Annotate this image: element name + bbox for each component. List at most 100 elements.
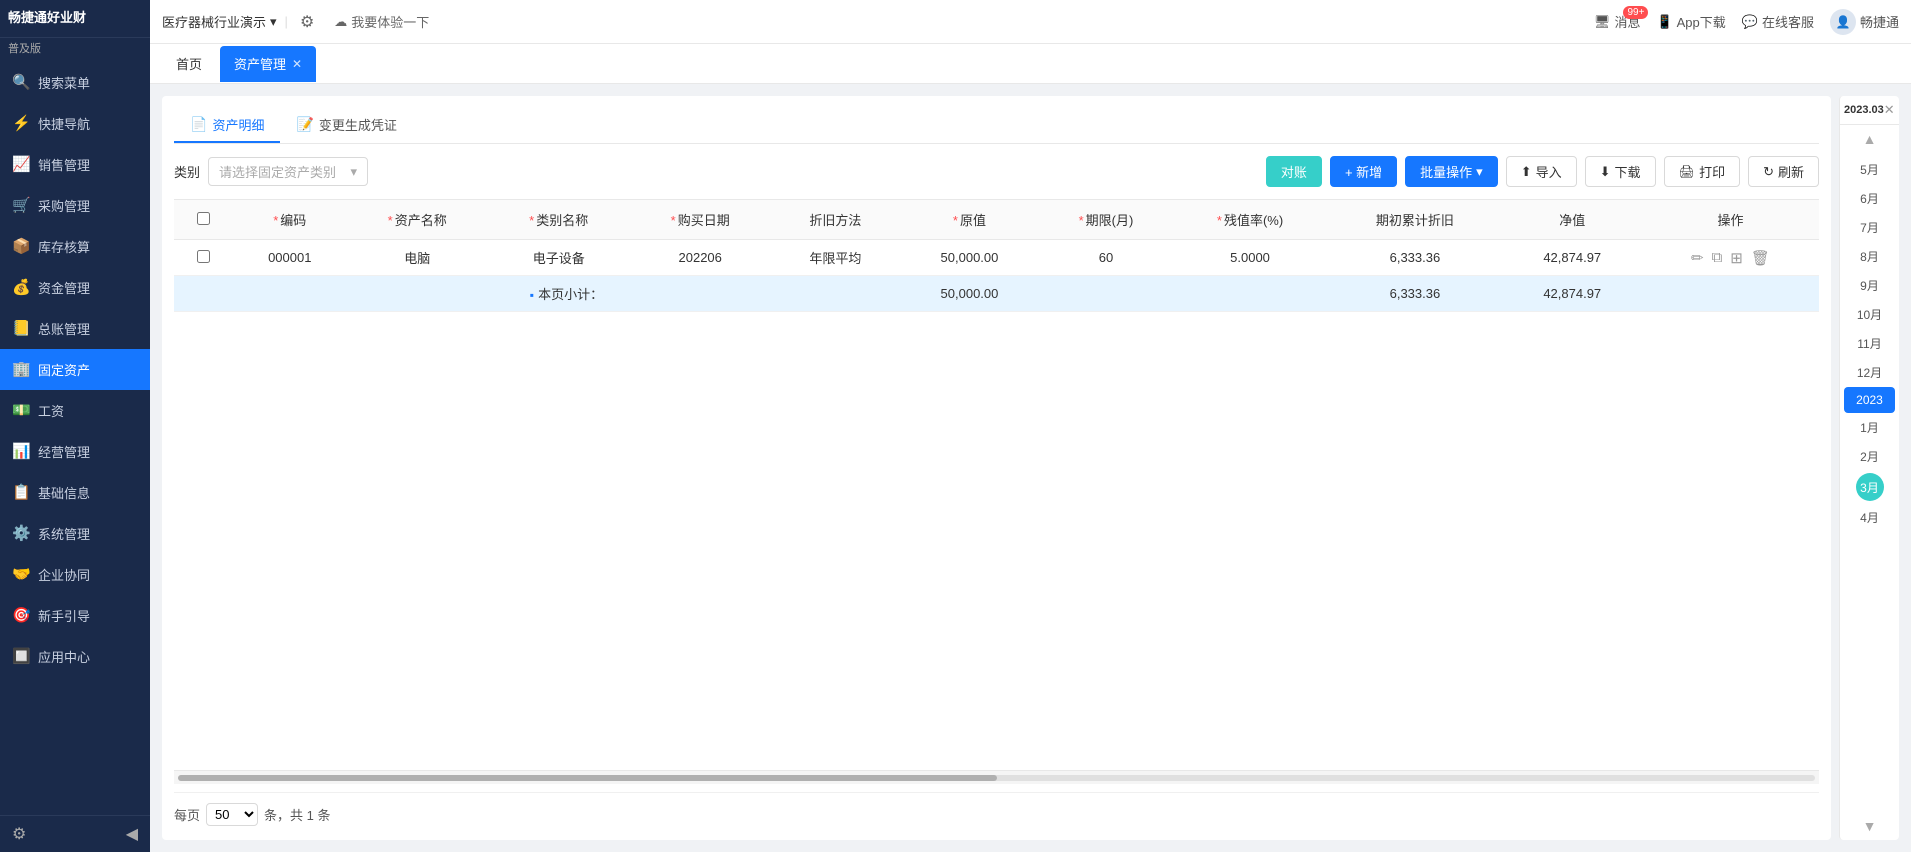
timeline-month[interactable]: 8月 — [1840, 242, 1899, 271]
user-label: 畅捷通 — [1860, 12, 1899, 31]
cell-checkbox[interactable] — [174, 240, 233, 276]
subtab-change-voucher[interactable]: 📝变更生成凭证 — [280, 108, 412, 143]
content-area: 📄资产明细📝变更生成凭证 类别 请选择固定资产类别 ▾ 对账 + 新增 — [150, 84, 1911, 852]
sidebar-label-inventory: 库存核算 — [38, 237, 90, 256]
add-button[interactable]: + 新增 — [1330, 156, 1397, 187]
subtab-icon-change-voucher: 📝 — [296, 116, 313, 133]
sidebar-label-operations: 经营管理 — [38, 442, 90, 461]
message-btn[interactable]: 🖥 消息 99+ — [1594, 12, 1641, 31]
category-filter[interactable]: 请选择固定资产类别 ▾ — [208, 157, 368, 186]
refresh-icon: ↻ — [1763, 164, 1774, 180]
subtab-asset-detail[interactable]: 📄资产明细 — [174, 108, 280, 143]
subtab-icon-asset-detail: 📄 — [190, 116, 207, 133]
subtotal-cell-residual_rate — [1173, 276, 1327, 312]
required-mark: * — [1217, 213, 1222, 228]
gear-icon[interactable]: ⚙ — [296, 12, 318, 32]
delete-icon[interactable]: 🗑 — [1751, 249, 1770, 267]
timeline-month[interactable]: 2月 — [1840, 442, 1899, 471]
company-name: 医疗器械行业演示 — [162, 12, 266, 31]
company-selector[interactable]: 医疗器械行业演示 ▾ — [162, 12, 277, 31]
tab-asset-mgmt[interactable]: 资产管理 ✕ — [220, 46, 316, 82]
timeline-items: 5月6月7月8月9月10月11月12月20231月2月3月4月 — [1840, 155, 1899, 810]
cell-purchase_date: 202206 — [629, 240, 771, 276]
sidebar-item-purchase[interactable]: 🛒采购管理 — [0, 185, 150, 226]
edit-icon[interactable]: ✏ — [1691, 249, 1704, 267]
required-mark: * — [388, 213, 393, 228]
subtotal-cell-original_value: 50,000.00 — [900, 276, 1039, 312]
download-button[interactable]: ⬇ 下载 — [1585, 156, 1656, 187]
sidebar-label-ledger: 总账管理 — [38, 319, 90, 338]
timeline-month[interactable]: 12月 — [1840, 358, 1899, 387]
cell-net_value: 42,874.97 — [1503, 240, 1642, 276]
filter-chevron-icon: ▾ — [350, 164, 357, 180]
import-button[interactable]: ⬆ 导入 — [1506, 156, 1577, 187]
timeline-down-icon[interactable]: ▼ — [1861, 816, 1879, 836]
col-header-original_value: *原值 — [900, 200, 1039, 240]
online-service-btn[interactable]: 💬 在线客服 — [1742, 12, 1814, 31]
sidebar-item-salary[interactable]: 💵工资 — [0, 390, 150, 431]
select-all-checkbox[interactable] — [197, 212, 210, 225]
sidebar-label-purchase: 采购管理 — [38, 196, 90, 215]
sidebar-icon-ledger: 📒 — [12, 319, 30, 337]
user-btn[interactable]: 👤 畅捷通 — [1830, 9, 1899, 35]
timeline-month[interactable]: 6月 — [1840, 184, 1899, 213]
sidebar-item-guide[interactable]: 🎯新手引导 — [0, 595, 150, 636]
sidebar-icon-sales: 📈 — [12, 155, 30, 173]
toolbar-left: 类别 请选择固定资产类别 ▾ — [174, 157, 368, 186]
sidebar-icon-search-menu: 🔍 — [12, 73, 30, 91]
sidebar-nav: 🔍搜索菜单⚡快捷导航 📈 销售管理 🛒采购管理📦库存核算💰资金管理 📒 总账管理 🏢固定资产… — [0, 62, 150, 815]
print-button[interactable]: 🖨 打印 — [1664, 156, 1741, 187]
timeline-close-icon[interactable]: ✕ — [1884, 102, 1895, 118]
settings-icon[interactable]: ⚙ — [12, 824, 26, 844]
col-header-accumulated_depreciation: 期初累计折旧 — [1327, 200, 1502, 240]
sidebar-item-ledger[interactable]: 📒 总账管理 — [0, 308, 150, 349]
sidebar-item-operations[interactable]: 📊经营管理 — [0, 431, 150, 472]
reconcile-label: 对账 — [1281, 162, 1307, 181]
timeline-month[interactable]: 11月 — [1840, 329, 1899, 358]
collapse-icon[interactable]: ◀ — [126, 824, 138, 844]
sidebar-item-enterprise[interactable]: 🤝企业协同 — [0, 554, 150, 595]
sidebar-item-basic-info[interactable]: 📋基础信息 — [0, 472, 150, 513]
timeline-up-icon[interactable]: ▲ — [1861, 129, 1879, 149]
sidebar-label-quick-nav: 快捷导航 — [38, 114, 90, 133]
sidebar-item-app-center[interactable]: 🔲应用中心 — [0, 636, 150, 677]
timeline-month[interactable]: 3月 — [1856, 473, 1884, 501]
sidebar-label-sales: 销售管理 — [38, 155, 90, 174]
sidebar-icon-basic-info: 📋 — [12, 483, 30, 501]
timeline-current-year[interactable]: 2023 — [1844, 387, 1895, 413]
timeline-month[interactable]: 1月 — [1840, 413, 1899, 442]
tab-home[interactable]: 首页 — [162, 46, 216, 82]
scrollbar-thumb — [178, 775, 997, 781]
sidebar-item-inventory[interactable]: 📦库存核算 — [0, 226, 150, 267]
copy-icon[interactable]: ⧉ — [1712, 249, 1723, 266]
timeline-month[interactable]: 7月 — [1840, 213, 1899, 242]
app-download-btn[interactable]: 📱 App下载 — [1656, 12, 1725, 31]
required-mark: * — [671, 213, 676, 228]
sidebar-label-funds: 资金管理 — [38, 278, 90, 297]
experience-label: 我要体验一下 — [351, 12, 429, 31]
sidebar-item-fixed-assets[interactable]: 🏢固定资产 — [0, 349, 150, 390]
sidebar-item-system[interactable]: ⚙️系统管理 — [0, 513, 150, 554]
timeline-month[interactable]: 10月 — [1840, 300, 1899, 329]
tab-label-asset-mgmt: 资产管理 — [234, 54, 286, 73]
sidebar-item-funds[interactable]: 💰资金管理 — [0, 267, 150, 308]
cell-operations[interactable]: ✏ ⧉ ⊞ 🗑 — [1642, 240, 1819, 276]
timeline-month[interactable]: 5月 — [1840, 155, 1899, 184]
tab-close-asset-mgmt[interactable]: ✕ — [292, 57, 302, 71]
sidebar-item-sales[interactable]: 📈 销售管理 — [0, 144, 150, 185]
batch-button[interactable]: 批量操作 ▾ — [1405, 156, 1498, 187]
col-header-operations: 操作 — [1642, 200, 1819, 240]
timeline-month[interactable]: 4月 — [1840, 503, 1899, 532]
row-checkbox[interactable] — [197, 250, 210, 263]
experience-btn[interactable]: ☁ 我要体验一下 — [334, 12, 429, 31]
timeline-month[interactable]: 9月 — [1840, 271, 1899, 300]
refresh-button[interactable]: ↻ 刷新 — [1748, 156, 1819, 187]
more-icon[interactable]: ⊞ — [1730, 249, 1743, 267]
page-size-select[interactable]: 102050100 — [206, 803, 258, 826]
import-label: 导入 — [1536, 162, 1562, 181]
online-service-icon: 💬 — [1742, 14, 1758, 30]
sidebar-item-search-menu[interactable]: 🔍搜索菜单 — [0, 62, 150, 103]
horizontal-scrollbar[interactable] — [174, 770, 1819, 784]
sidebar-item-quick-nav[interactable]: ⚡快捷导航 — [0, 103, 150, 144]
reconcile-button[interactable]: 对账 — [1266, 156, 1322, 187]
